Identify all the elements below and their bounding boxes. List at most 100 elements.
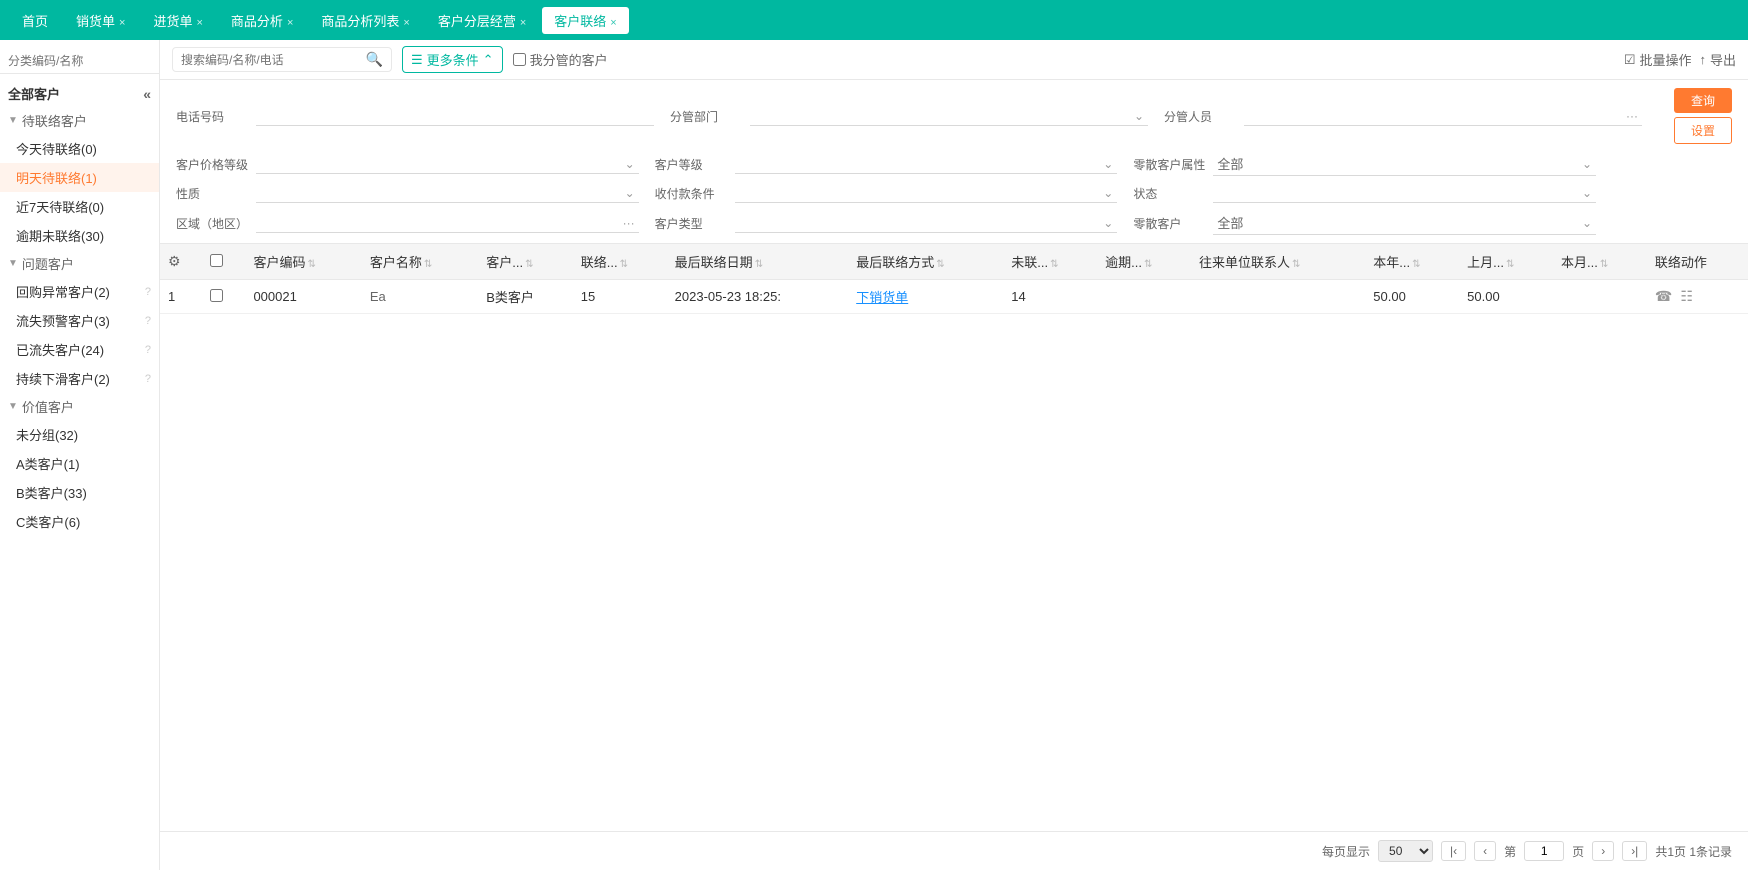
last-page-btn[interactable]: ›| — [1622, 841, 1647, 861]
filter-status-select[interactable]: ⌄ — [1213, 184, 1596, 203]
this-year-sort-icon[interactable]: ⇅ — [1412, 259, 1420, 270]
action-grid-icon-0[interactable]: ☷ — [1680, 288, 1693, 305]
filter-phone-input[interactable] — [256, 107, 654, 126]
row-select-checkbox-0[interactable] — [210, 289, 223, 302]
this-month-sort-icon[interactable]: ⇅ — [1600, 259, 1608, 270]
overdue-sort-icon[interactable]: ⇅ — [1144, 259, 1152, 270]
uncontacted-sort-icon[interactable]: ⇅ — [1050, 259, 1058, 270]
search-input[interactable] — [181, 53, 360, 67]
nav-item-customer-contact[interactable]: 客户联络× — [542, 7, 628, 34]
last-date-sort-icon[interactable]: ⇅ — [755, 259, 763, 270]
sidebar-item-today[interactable]: 今天待联络(0) — [0, 134, 159, 163]
last-method-sort-icon[interactable]: ⇅ — [936, 259, 944, 270]
more-conditions-btn[interactable]: ☰ 更多条件 ⌃ — [402, 46, 503, 73]
my-customers-checkbox-wrap[interactable]: 我分管的客户 — [513, 50, 608, 69]
nav-item-purchase[interactable]: 进货单× — [141, 7, 214, 34]
export-btn[interactable]: ↑ 导出 — [1699, 50, 1736, 69]
action-phone-icon-0[interactable]: ☎ — [1655, 288, 1672, 305]
nav-item-goods-analysis[interactable]: 商品分析× — [219, 7, 305, 34]
sidebar-item-tomorrow[interactable]: 明天待联络(1) — [0, 163, 159, 192]
col-name: 客户名称⇅ — [362, 244, 478, 280]
next-page-btn[interactable]: › — [1592, 841, 1614, 861]
query-btn[interactable]: 查询 — [1674, 88, 1732, 113]
search-bar-right: ☑ 批量操作 ↑ 导出 — [1624, 50, 1736, 69]
row-contact-person-0 — [1191, 280, 1365, 314]
nav-item-customer-tier[interactable]: 客户分层经营× — [426, 7, 538, 34]
nav-close-goods-analysis[interactable]: × — [287, 17, 293, 29]
nav-close-customer-contact[interactable]: × — [610, 17, 616, 29]
filter-payment: 收付款条件 ⌄ — [655, 184, 1118, 203]
nav-item-home[interactable]: 首页 — [10, 7, 60, 34]
nav-item-sales[interactable]: 销货单× — [64, 7, 137, 34]
row-this-month-0 — [1553, 280, 1647, 314]
sidebar-item-type-b[interactable]: B类客户(33) — [0, 478, 159, 507]
nav-close-customer-tier[interactable]: × — [520, 17, 526, 29]
filter-dept-select[interactable]: ⌄ — [750, 107, 1148, 126]
filter-customer-level-select[interactable]: ⌄ — [735, 155, 1118, 174]
code-sort-icon[interactable]: ⇅ — [307, 259, 315, 270]
nav-close-sales[interactable]: × — [119, 17, 125, 29]
type-sort-icon[interactable]: ⇅ — [525, 259, 533, 270]
prev-page-btn[interactable]: ‹ — [1474, 841, 1496, 861]
all-customers-label: 全部客户 — [8, 84, 60, 103]
first-page-btn[interactable]: |‹ — [1441, 841, 1466, 861]
filter-price-level-select[interactable]: ⌄ — [256, 155, 639, 174]
sidebar-item-label-tomorrow: 明天待联络(1) — [16, 168, 97, 187]
sidebar-item-lost[interactable]: 已流失客户(24)? — [0, 335, 159, 364]
filter-payment-select[interactable]: ⌄ — [735, 184, 1118, 203]
search-submit-icon[interactable]: 🔍 — [366, 51, 383, 68]
sidebar-item-declining[interactable]: 持续下滑客户(2)? — [0, 364, 159, 393]
row-checkbox-0[interactable] — [202, 280, 245, 314]
my-customers-checkbox[interactable] — [513, 53, 526, 66]
last-month-sort-icon[interactable]: ⇅ — [1506, 259, 1514, 270]
pending-items-container: 今天待联络(0) 明天待联络(1) 近7天待联络(0) 逾期未联络(30) — [0, 134, 159, 250]
search-bar: 🔍 ☰ 更多条件 ⌃ 我分管的客户 ☑ 批量操作 ↑ 导出 — [160, 40, 1748, 80]
sidebar-item-overdue[interactable]: 逾期未联络(30) — [0, 221, 159, 250]
nav-item-goods-analysis-list[interactable]: 商品分析列表× — [309, 7, 421, 34]
contact-count-sort-icon[interactable]: ⇅ — [620, 259, 628, 270]
last-method-link-0[interactable]: 下销货单 — [856, 290, 908, 305]
sidebar-item-repurchase[interactable]: 回购异常客户(2)? — [0, 277, 159, 306]
sidebar-item-label-week: 近7天待联络(0) — [16, 197, 104, 216]
row-contact-count-0: 15 — [573, 280, 667, 314]
settings-btn[interactable]: 设置 — [1674, 117, 1732, 144]
select-all-checkbox[interactable] — [210, 254, 223, 267]
row-last-method-0[interactable]: 下销货单 — [848, 280, 1003, 314]
name-sort-icon[interactable]: ⇅ — [424, 259, 432, 270]
row-this-year-0: 50.00 — [1365, 280, 1459, 314]
settings-col-icon[interactable]: ⚙ — [168, 253, 181, 269]
col-last-month: 上月...⇅ — [1459, 244, 1553, 280]
sidebar-item-churn[interactable]: 流失预警客户(3)? — [0, 306, 159, 335]
filter-customer-type-select[interactable]: ⌄ — [735, 214, 1118, 233]
filter-retail-select[interactable]: 全部⌄ — [1213, 211, 1596, 235]
value-group-label: 价值客户 — [0, 393, 159, 420]
all-customers-header[interactable]: 全部客户 « — [0, 80, 159, 107]
filter-area: 区域（地区） ··· — [176, 214, 639, 233]
collapse-icon[interactable]: « — [143, 86, 151, 102]
checkbox-icon: ☑ — [1624, 52, 1636, 68]
filter-area-select[interactable]: ··· — [256, 214, 639, 233]
per-page-select[interactable]: 50 100 200 — [1378, 840, 1433, 862]
filter-retail-attr-select[interactable]: 全部⌄ — [1213, 152, 1596, 176]
sidebar-item-type-c[interactable]: C类客户(6) — [0, 507, 159, 536]
nav-close-goods-analysis-list[interactable]: × — [403, 17, 409, 29]
filter-person: 分管人员 ··· — [1164, 107, 1642, 126]
batch-op-btn[interactable]: ☑ 批量操作 — [1624, 50, 1692, 69]
chevron-up-icon: ⌃ — [483, 52, 494, 68]
filter-person-select[interactable]: ··· — [1244, 107, 1642, 126]
col-type: 客户...⇅ — [478, 244, 573, 280]
sidebar-item-week[interactable]: 近7天待联络(0) — [0, 192, 159, 221]
nav-close-purchase[interactable]: × — [196, 17, 202, 29]
price-level-caret: ⌄ — [625, 157, 635, 171]
filter-nature-select[interactable]: ⌄ — [256, 184, 639, 203]
sidebar-item-ungrouped[interactable]: 未分组(32) — [0, 420, 159, 449]
sidebar-item-type-a[interactable]: A类客户(1) — [0, 449, 159, 478]
col-action: 联络动作 — [1647, 244, 1748, 280]
sidebar: 🔍 全部客户 « 待联络客户 今天待联络(0)明天待联络(1)近7天待联络(0)… — [0, 40, 160, 870]
current-page-input[interactable] — [1524, 841, 1564, 861]
customer-type-caret: ⌄ — [1103, 216, 1113, 230]
filter-customer-type-label: 客户类型 — [655, 215, 735, 232]
sidebar-search-input[interactable] — [8, 54, 160, 68]
contact-person-sort-icon[interactable]: ⇅ — [1292, 259, 1300, 270]
filter-retail-attr: 零散客户属性 全部⌄ — [1133, 152, 1596, 176]
